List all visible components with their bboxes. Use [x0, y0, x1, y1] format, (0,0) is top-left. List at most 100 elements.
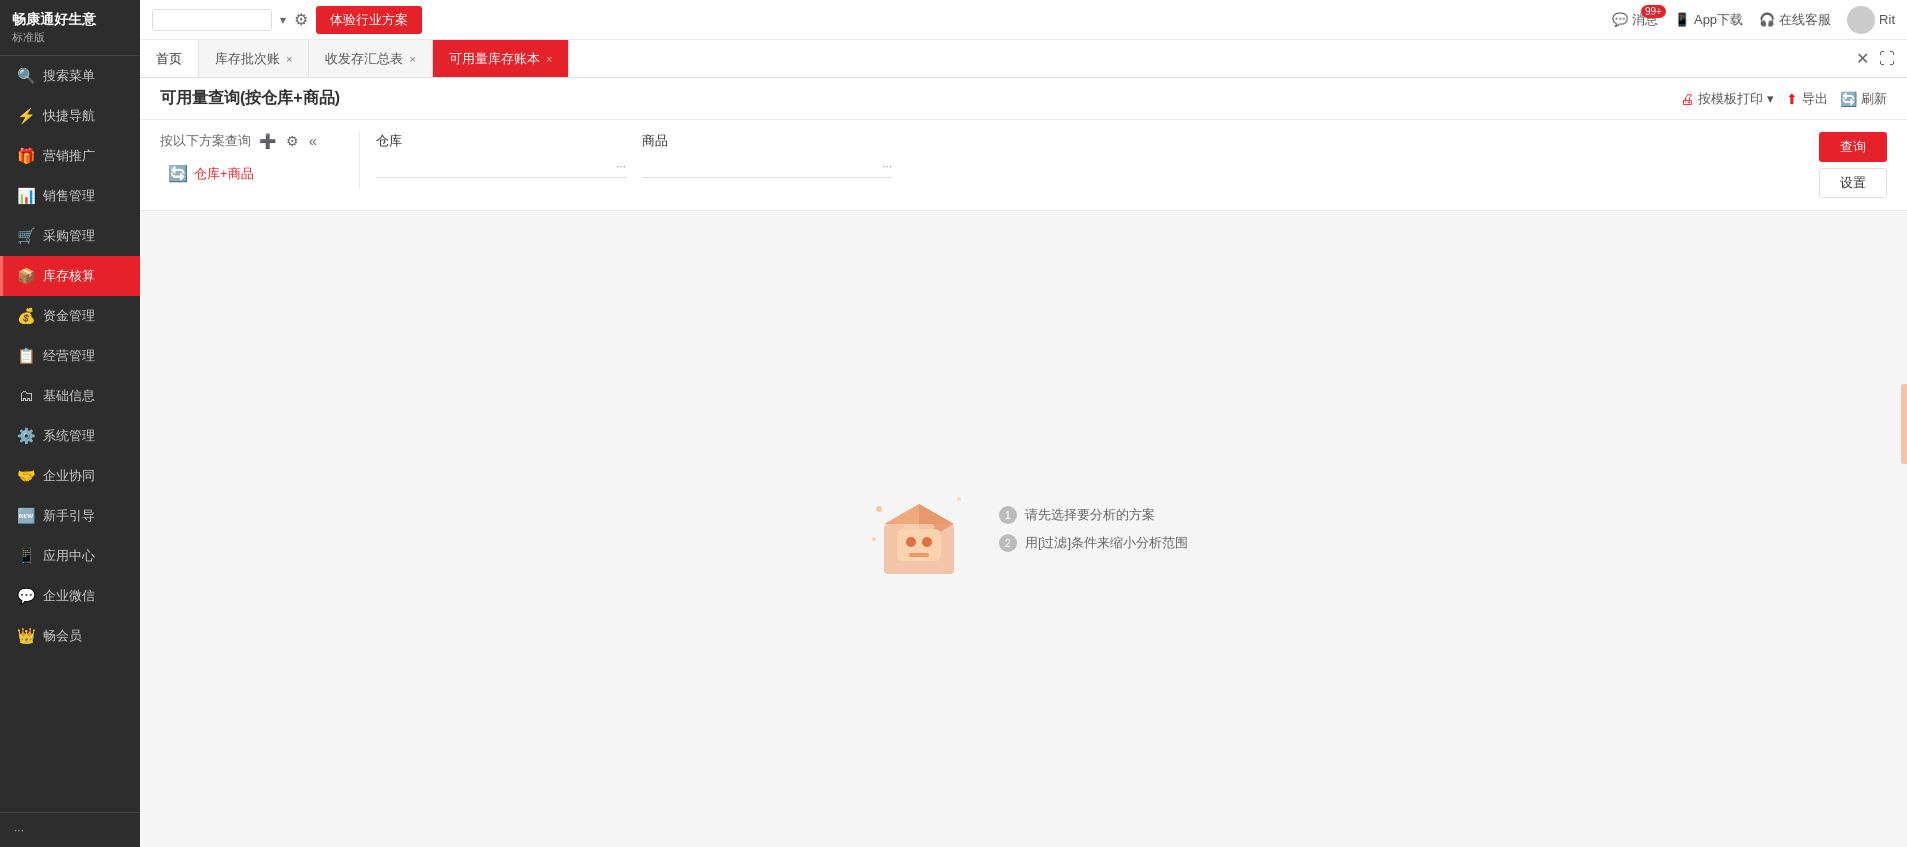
tab-batch-ledger[interactable]: 库存批次账 ×: [199, 40, 309, 77]
close-tab-btn[interactable]: ✕: [1852, 45, 1873, 72]
tab-label-batch-ledger: 库存批次账: [215, 50, 280, 68]
sidebar-label-apps: 应用中心: [43, 547, 95, 565]
sidebar-label-member: 畅会员: [43, 627, 82, 645]
collapse-scheme-btn[interactable]: «: [307, 133, 319, 149]
sidebar-label-operation: 经营管理: [43, 347, 95, 365]
config-scheme-btn[interactable]: ⚙: [284, 133, 301, 149]
tab-close-available-ledger[interactable]: ×: [546, 53, 552, 65]
right-scroll-indicator: [1901, 384, 1907, 464]
tab-close-batch-ledger[interactable]: ×: [286, 53, 292, 65]
sidebar-icon-quick-nav: ⚡: [17, 107, 35, 125]
sidebar-icon-wechat: 💬: [17, 587, 35, 605]
sidebar-label-quick-nav: 快捷导航: [43, 107, 95, 125]
goods-input[interactable]: [642, 158, 878, 173]
app-download-label: App下载: [1694, 11, 1743, 29]
customer-service-label: 在线客服: [1779, 11, 1831, 29]
sidebar-item-search[interactable]: 🔍 搜索菜单: [0, 56, 140, 96]
sidebar-nav: 🔍 搜索菜单 ⚡ 快捷导航 🎁营销推广📊销售管理🛒采购管理 📦 库存核算 💰 资金管理 📋 经营管理…: [0, 56, 140, 812]
hint-text-2: 用[过滤]条件来缩小分析范围: [1025, 534, 1188, 552]
sidebar-item-quick-nav[interactable]: ⚡ 快捷导航: [0, 96, 140, 136]
sidebar-label-inventory: 库存核算: [43, 267, 95, 285]
sidebar-label-marketing: 营销推广: [43, 147, 95, 165]
warehouse-label: 仓库: [376, 132, 626, 150]
notification-btn[interactable]: 💬 消息 99+: [1612, 11, 1658, 29]
filter-actions: 查询 设置: [1819, 132, 1887, 198]
sidebar-item-wechat[interactable]: 💬 企业微信: [0, 576, 140, 616]
goods-label: 商品: [642, 132, 892, 150]
tab-close-recv-summary[interactable]: ×: [409, 53, 415, 65]
sidebar-item-member[interactable]: 👑畅会员: [0, 616, 140, 656]
sidebar-icon-inventory: 📦: [17, 267, 35, 285]
sidebar-icon-apps: 📱: [17, 547, 35, 565]
svg-point-8: [876, 506, 882, 512]
sidebar-item-marketing[interactable]: 🎁营销推广: [0, 136, 140, 176]
print-icon: 🖨: [1680, 91, 1694, 107]
sidebar-label-sales: 销售管理: [43, 187, 95, 205]
maximize-btn[interactable]: ⛶: [1875, 46, 1899, 72]
goods-more-icon[interactable]: ···: [882, 159, 892, 173]
sidebar-icon-cooperation: 🤝: [17, 467, 35, 485]
search-dropdown-btn[interactable]: ▾: [280, 13, 286, 27]
settings-button[interactable]: 设置: [1819, 168, 1887, 198]
sidebar-item-sales[interactable]: 📊销售管理: [0, 176, 140, 216]
refresh-btn[interactable]: 🔄 刷新: [1840, 90, 1887, 108]
customer-service-btn[interactable]: 🎧 在线客服: [1759, 11, 1831, 29]
topbar-search-area: [152, 9, 272, 31]
sidebar-label-wechat: 企业微信: [43, 587, 95, 605]
sidebar-item-system[interactable]: ⚙️系统管理: [0, 416, 140, 456]
sidebar-icon-system: ⚙️: [17, 427, 35, 445]
user-avatar-area[interactable]: Rit: [1847, 6, 1895, 34]
sidebar-icon-search: 🔍: [17, 67, 35, 85]
sidebar-bottom[interactable]: ···: [0, 812, 140, 847]
sidebar: 畅康通好生意 标准版 🔍 搜索菜单 ⚡ 快捷导航 🎁营销推广📊销售管理🛒采购管理 📦 库存核…: [0, 0, 140, 847]
query-button[interactable]: 查询: [1819, 132, 1887, 162]
sidebar-icon-guide: 🆕: [17, 507, 35, 525]
export-btn[interactable]: ⬆ 导出: [1786, 90, 1828, 108]
svg-point-6: [922, 537, 932, 547]
sidebar-item-inventory[interactable]: 📦 库存核算: [0, 256, 140, 296]
warehouse-input-wrapper: ···: [376, 154, 626, 178]
print-btn[interactable]: 🖨 按模板打印 ▾: [1680, 90, 1774, 108]
sidebar-label-search: 搜索菜单: [43, 67, 95, 85]
tab-home[interactable]: 首页: [140, 40, 199, 77]
tab-label-home: 首页: [156, 50, 182, 68]
app-edition: 标准版: [12, 30, 128, 45]
settings-icon[interactable]: ⚙: [294, 10, 308, 29]
empty-text: 1 请先选择要分析的方案 2 用[过滤]条件来缩小分析范围: [999, 506, 1188, 552]
empty-hint-1: 1 请先选择要分析的方案: [999, 506, 1188, 524]
app-name: 畅康通好生意: [12, 10, 128, 30]
industry-btn[interactable]: 体验行业方案: [316, 6, 422, 34]
sidebar-icon-operation: 📋: [17, 347, 35, 365]
empty-state: 1 请先选择要分析的方案 2 用[过滤]条件来缩小分析范围: [140, 211, 1907, 847]
sidebar-item-purchase[interactable]: 🛒采购管理: [0, 216, 140, 256]
filter-scheme-title: 按以下方案查询 ➕ ⚙ «: [160, 132, 343, 150]
sidebar-icon-finance: 💰: [17, 307, 35, 325]
svg-point-5: [906, 537, 916, 547]
filter-fields: 仓库 ··· 商品 ···: [376, 132, 1803, 178]
scheme-icon: 🔄: [168, 164, 188, 183]
page-header: 可用量查询(按仓库+商品) 🖨 按模板打印 ▾ ⬆ 导出 🔄 刷新: [140, 78, 1907, 120]
warehouse-input[interactable]: [376, 158, 612, 173]
sidebar-label-finance: 资金管理: [43, 307, 95, 325]
sidebar-item-apps[interactable]: 📱 应用中心: [0, 536, 140, 576]
sidebar-item-finance[interactable]: 💰 资金管理: [0, 296, 140, 336]
headset-icon: 🎧: [1759, 12, 1775, 27]
phone-icon: 📱: [1674, 12, 1690, 27]
notification-badge: 99+: [1641, 5, 1666, 18]
search-input[interactable]: [152, 9, 272, 31]
sidebar-item-guide[interactable]: 🆕新手引导: [0, 496, 140, 536]
tab-label-recv-summary: 收发存汇总表: [325, 50, 403, 68]
sidebar-item-operation[interactable]: 📋 经营管理: [0, 336, 140, 376]
tab-available-ledger[interactable]: 可用量库存账本×: [433, 40, 569, 77]
sidebar-item-cooperation[interactable]: 🤝企业协同: [0, 456, 140, 496]
print-dropdown-icon[interactable]: ▾: [1767, 91, 1774, 106]
warehouse-more-icon[interactable]: ···: [616, 159, 626, 173]
tab-recv-summary[interactable]: 收发存汇总表 ×: [309, 40, 432, 77]
add-scheme-btn[interactable]: ➕: [257, 133, 278, 149]
empty-hint-2: 2 用[过滤]条件来缩小分析范围: [999, 534, 1188, 552]
hint-text-1: 请先选择要分析的方案: [1025, 506, 1155, 524]
app-download-btn[interactable]: 📱 App下载: [1674, 11, 1743, 29]
sidebar-item-basic[interactable]: 🗂基础信息: [0, 376, 140, 416]
svg-point-10: [872, 537, 876, 541]
scheme-item-warehouse-goods[interactable]: 🔄 仓库+商品: [160, 158, 343, 189]
